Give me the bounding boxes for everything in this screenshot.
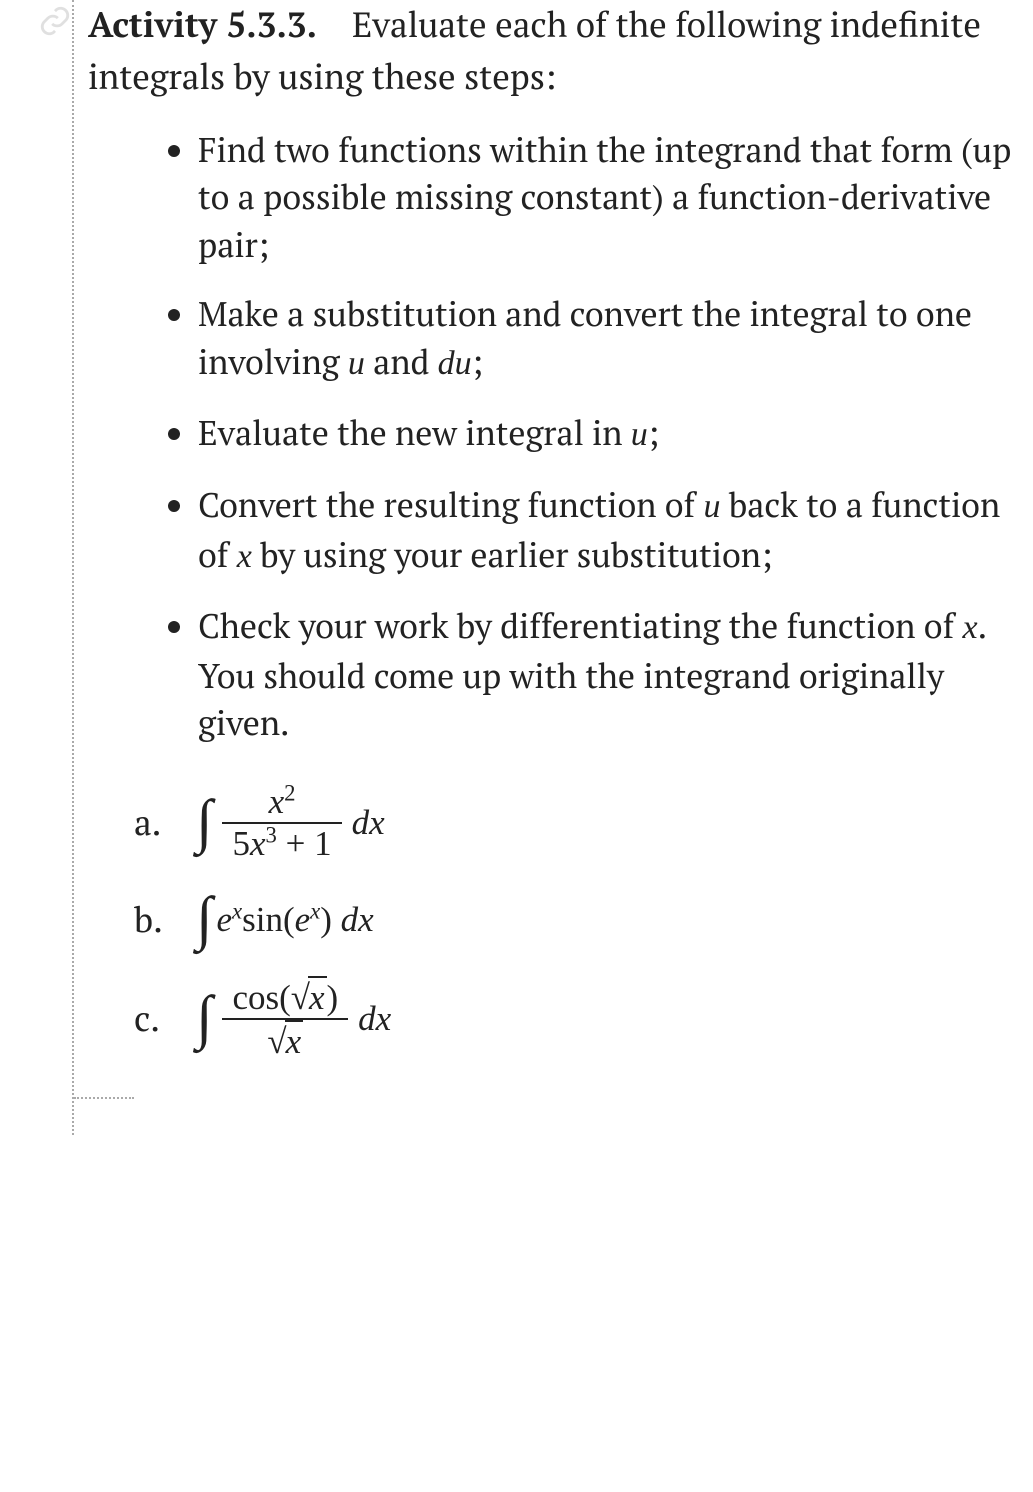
fraction: x2 5x3 + 1 [222,782,341,864]
step-text: by using your earlier substitution; [252,532,772,577]
problem-c: c. ∫ cos(√x) √x dx [134,976,1013,1062]
math-text: + 1 [277,824,332,863]
numerator: cos(√x) [222,976,348,1018]
step-text: Convert the resulting function of [198,482,703,527]
denominator: √x [257,1020,313,1062]
activity-heading-block: Activity 5.3.3. Evaluate each of the fol… [88,0,1013,104]
math-var: u [348,345,365,382]
differential: dx [352,803,385,843]
math-func: cos( [232,978,290,1017]
math-var: x [269,782,285,821]
step-item: Make a substitution and convert the inte… [198,290,1013,387]
gutter [0,0,72,38]
math-coef: 5 [232,824,250,863]
problem-label: b. [134,897,182,943]
step-text: Evaluate the new integral in [198,410,631,455]
radical: √x [291,976,327,1018]
problem-a: a. ∫ x2 5x3 + 1 dx [134,782,1013,864]
integral-a: ∫ x2 5x3 + 1 dx [196,782,385,864]
math-exp: x [310,898,320,923]
integral-b: ∫ exsin(ex) dx [196,890,374,950]
integral-sign: ∫ [196,888,212,948]
math-var: u [631,416,648,453]
step-item: Convert the resulting function of u back… [198,481,1013,580]
math-var: e [216,900,232,939]
math-exp: x [232,898,242,923]
math-var: du [438,345,472,382]
radicand: x [285,1020,304,1062]
integrand: exsin(ex) dx [216,900,373,940]
math-exp: 2 [284,780,295,805]
math-var: x [962,609,977,646]
math-var: u [703,488,720,525]
step-item: Evaluate the new integral in u; [198,409,1013,459]
problem-label: c. [134,996,182,1042]
math-exp: 3 [265,822,276,847]
step-text: Find two functions within the integrand … [198,127,1011,267]
radical: √x [267,1020,303,1062]
steps-list: Find two functions within the integrand … [88,126,1013,748]
differential: dx [358,999,391,1039]
integral-sign: ∫ [196,987,212,1047]
differential: dx [341,900,374,939]
bottom-dotted-border [74,1097,134,1099]
problem-label: a. [134,800,182,846]
math-var: x [250,824,266,863]
problem-b: b. ∫ exsin(ex) dx [134,890,1013,950]
math-text: ) [320,900,332,939]
numerator: x2 [259,782,306,822]
math-func: sin( [242,900,295,939]
page-container: Activity 5.3.3. Evaluate each of the fol… [0,0,1033,1135]
step-item: Find two functions within the integrand … [198,126,1013,269]
integral-sign: ∫ [196,791,212,851]
math-var: e [295,900,311,939]
denominator: 5x3 + 1 [222,824,341,864]
step-text: Check your work by differentiating the f… [198,603,962,648]
activity-number: Activity 5.3.3. [88,2,317,48]
integral-c: ∫ cos(√x) √x dx [196,976,391,1062]
problems-list: a. ∫ x2 5x3 + 1 dx [88,782,1013,1062]
link-icon [38,4,72,38]
activity-content: Activity 5.3.3. Evaluate each of the fol… [72,0,1033,1135]
radicand: x [308,976,327,1018]
math-text: ) [327,978,339,1017]
step-text: Make a substitution and convert the inte… [198,291,972,384]
step-item: Check your work by differentiating the f… [198,602,1013,747]
step-text: ; [472,339,483,384]
step-text: ; [648,410,659,455]
step-text: and [365,339,438,384]
math-var: x [237,538,252,575]
fraction: cos(√x) √x [222,976,348,1062]
space [332,900,341,939]
